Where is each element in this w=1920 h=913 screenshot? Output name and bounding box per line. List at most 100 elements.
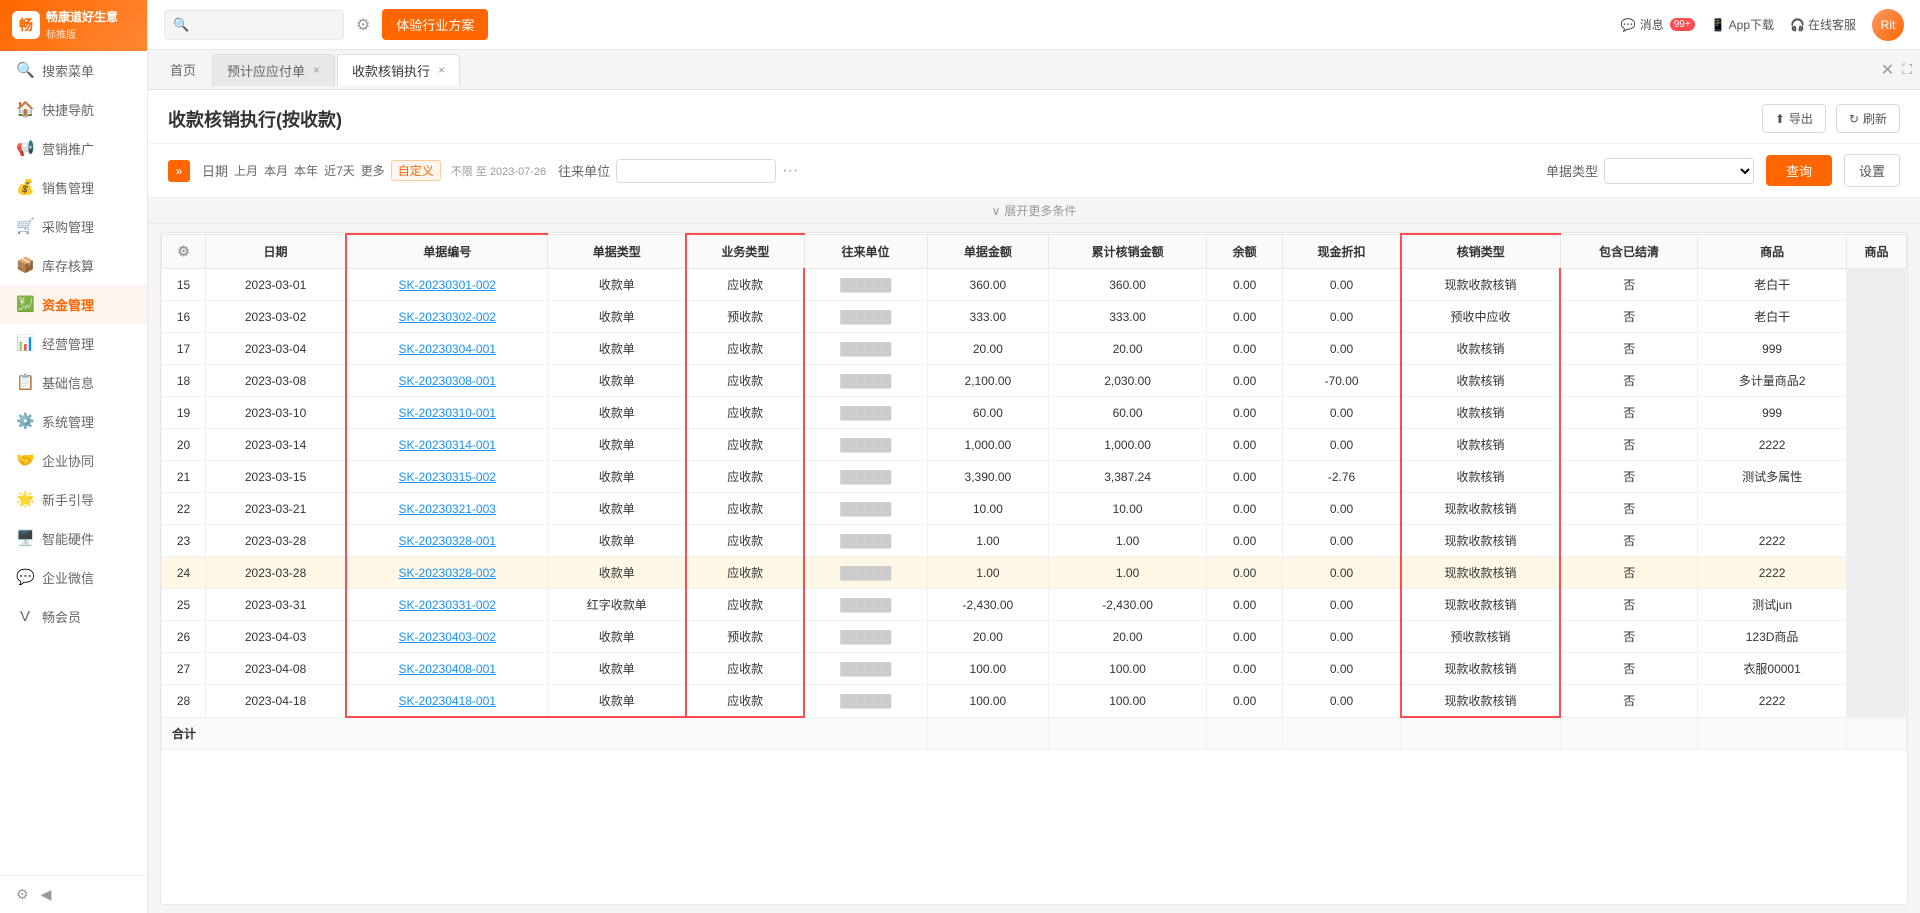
date-more[interactable]: 更多 <box>361 162 385 179</box>
date-custom[interactable]: 自定义 <box>391 160 441 181</box>
bill-no-link[interactable]: SK-20230408-001 <box>399 662 496 676</box>
date-this-month[interactable]: 本月 <box>264 162 288 179</box>
collapse-icon[interactable]: ◀ <box>41 886 52 903</box>
page-header: 收款核销执行(按收款) ⬆ 导出 ↻ 刷新 <box>148 90 1920 144</box>
bill-no-link[interactable]: SK-20230331-002 <box>399 598 496 612</box>
sidebar-item-marketing[interactable]: 📢 营销推广 <box>0 129 147 168</box>
cell-cash-discount: 0.00 <box>1283 685 1401 718</box>
sidebar-item-ops[interactable]: 📊 经营管理 <box>0 324 147 363</box>
sidebar-item-member[interactable]: V 畅会员 <box>0 597 147 636</box>
tab-payable[interactable]: 预计应应付单 × <box>212 54 335 86</box>
cell-biz-type: 应收款 <box>686 365 804 397</box>
refresh-button[interactable]: ↻ 刷新 <box>1836 104 1900 133</box>
cell-amount: 333.00 <box>927 301 1049 333</box>
bill-no-link[interactable]: SK-20230314-001 <box>399 438 496 452</box>
cell-balance: 0.00 <box>1206 685 1282 718</box>
cell-seq: 23 <box>162 525 206 557</box>
expand-more-button[interactable]: ∨ 展开更多条件 <box>992 202 1077 219</box>
sidebar-item-search[interactable]: 🔍 搜索菜单 <box>0 51 147 90</box>
sidebar-item-finance[interactable]: 💹 资金管理 <box>0 285 147 324</box>
sidebar-item-system[interactable]: ⚙️ 系统管理 <box>0 402 147 441</box>
cell-amount: 1.00 <box>927 525 1049 557</box>
gear-icon[interactable]: ⚙ <box>356 15 370 35</box>
cell-partner: ██████ <box>804 365 927 397</box>
sidebar-item-hardware[interactable]: 🖥️ 智能硬件 <box>0 519 147 558</box>
table-container: ⚙ 日期 单据编号 单据类型 业务类型 往来单位 单据金额 累计核销金额 余额 … <box>160 232 1908 905</box>
bill-no-link[interactable]: SK-20230302-002 <box>399 310 496 324</box>
sales-icon: 💰 <box>16 178 34 196</box>
tab-home[interactable]: 首页 <box>156 54 210 85</box>
cell-goods: 2222 <box>1698 429 1847 461</box>
th-settings[interactable]: ⚙ <box>162 234 206 269</box>
cell-cumulative: 2,030.00 <box>1049 365 1207 397</box>
cell-include-settled: 否 <box>1560 365 1697 397</box>
cell-bill-no: SK-20230418-001 <box>346 685 548 718</box>
cell-cancel-type: 现款收款核销 <box>1401 653 1560 685</box>
bill-no-link[interactable]: SK-20230304-001 <box>399 342 496 356</box>
filter-toggle-button[interactable]: » <box>168 160 190 182</box>
tab-receipt-exec-close[interactable]: × <box>438 63 445 77</box>
cell-include-settled: 否 <box>1560 653 1697 685</box>
cell-cancel-type: 现款收款核销 <box>1401 557 1560 589</box>
tab-receipt-exec[interactable]: 收款核销执行 × <box>337 54 460 86</box>
cell-partner: ██████ <box>804 525 927 557</box>
sidebar-item-guide[interactable]: 🌟 新手引导 <box>0 480 147 519</box>
expand-bar: ∨ 展开更多条件 <box>148 198 1920 224</box>
cell-amount: 20.00 <box>927 621 1049 653</box>
cell-goods2 <box>1847 589 1907 621</box>
date-7days[interactable]: 近7天 <box>324 162 355 179</box>
query-button[interactable]: 查询 <box>1766 155 1832 186</box>
app-download-button[interactable]: 📱 App下载 <box>1711 16 1774 33</box>
sidebar-item-inventory[interactable]: 📦 库存核算 <box>0 246 147 285</box>
bill-no-link[interactable]: SK-20230310-001 <box>399 406 496 420</box>
total-label: 合计 <box>162 717 928 750</box>
cell-balance: 0.00 <box>1206 461 1282 493</box>
bill-no-link[interactable]: SK-20230328-002 <box>399 566 496 580</box>
table-row: 23 2023-03-28 SK-20230328-001 收款单 应收款 ██… <box>162 525 1907 557</box>
date-this-year[interactable]: 本年 <box>294 162 318 179</box>
export-button[interactable]: ⬆ 导出 <box>1762 104 1826 133</box>
sidebar-item-sales[interactable]: 💰 销售管理 <box>0 168 147 207</box>
close-all-tabs-icon[interactable]: ✕ <box>1881 60 1894 80</box>
user-avatar[interactable]: Rit <box>1872 9 1904 41</box>
partner-input[interactable] <box>616 159 776 183</box>
bill-no-link[interactable]: SK-20230321-003 <box>399 502 496 516</box>
cell-goods2 <box>1847 333 1907 365</box>
setting-button[interactable]: 设置 <box>1844 154 1900 187</box>
bill-no-link[interactable]: SK-20230308-001 <box>399 374 496 388</box>
bill-no-link[interactable]: SK-20230328-001 <box>399 534 496 548</box>
topbar: 🔍 ⚙ 体验行业方案 💬 消息 99+ 📱 App下载 🎧 在线客服 Rit <box>148 0 1920 50</box>
sidebar-item-wechat[interactable]: 💬 企业微信 <box>0 558 147 597</box>
expand-tabs-icon[interactable]: ⛶ <box>1902 61 1912 78</box>
tab-payable-close[interactable]: × <box>313 63 320 77</box>
solution-button[interactable]: 体验行业方案 <box>382 9 488 40</box>
system-icon: ⚙️ <box>16 412 34 430</box>
bill-no-link[interactable]: SK-20230403-002 <box>399 630 496 644</box>
cell-cancel-type: 现款收款核销 <box>1401 493 1560 525</box>
sidebar-item-quicknav[interactable]: 🏠 快捷导航 <box>0 90 147 129</box>
cell-bill-type: 收款单 <box>548 269 686 301</box>
settings-bottom-icon[interactable]: ⚙ <box>16 886 29 903</box>
message-button[interactable]: 💬 消息 99+ <box>1621 16 1695 33</box>
topbar-search-box[interactable]: 🔍 <box>164 10 344 40</box>
cell-bill-no: SK-20230403-002 <box>346 621 548 653</box>
sidebar-item-purchase[interactable]: 🛒 采购管理 <box>0 207 147 246</box>
bill-type-select[interactable] <box>1604 158 1754 184</box>
sidebar-item-corp[interactable]: 🤝 企业协同 <box>0 441 147 480</box>
bill-no-link[interactable]: SK-20230315-002 <box>399 470 496 484</box>
bill-no-link[interactable]: SK-20230418-001 <box>399 694 496 708</box>
search-input[interactable] <box>195 18 335 32</box>
cell-cash-discount: -70.00 <box>1283 365 1401 397</box>
cell-goods2 <box>1847 429 1907 461</box>
cell-bill-no: SK-20230328-002 <box>346 557 548 589</box>
cell-bill-no: SK-20230331-002 <box>346 589 548 621</box>
cell-goods2 <box>1847 461 1907 493</box>
online-service-button[interactable]: 🎧 在线客服 <box>1790 16 1856 33</box>
bill-no-link[interactable]: SK-20230301-002 <box>399 278 496 292</box>
sidebar-item-base[interactable]: 📋 基础信息 <box>0 363 147 402</box>
cell-goods: 2222 <box>1698 525 1847 557</box>
sidebar-bottom: ⚙ ◀ <box>0 875 147 913</box>
partner-dots[interactable]: ··· <box>782 162 798 180</box>
date-last-month[interactable]: 上月 <box>234 162 258 179</box>
cell-goods2 <box>1847 365 1907 397</box>
